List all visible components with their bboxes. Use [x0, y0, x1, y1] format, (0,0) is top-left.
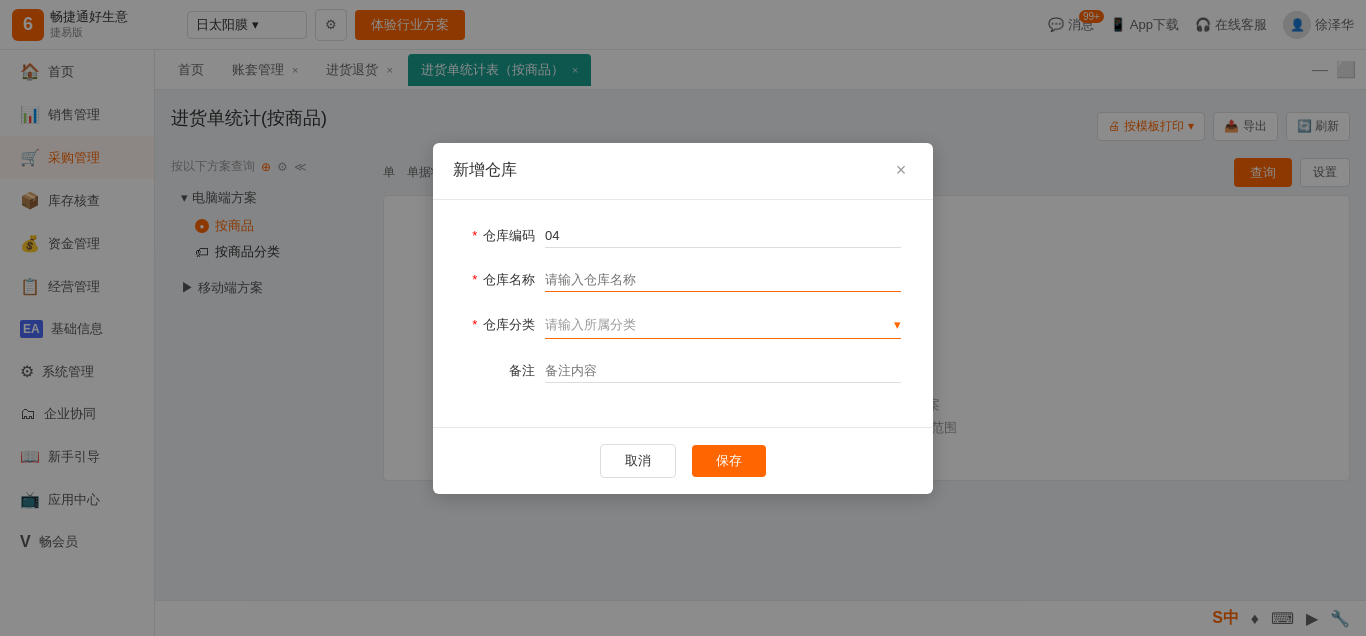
modal-overlay: 新增仓库 × * 仓库编码 * 仓库名称: [0, 0, 1366, 636]
category-placeholder: 请输入所属分类: [545, 316, 636, 334]
form-row-code: * 仓库编码: [465, 224, 901, 248]
remark-input[interactable]: [545, 359, 901, 383]
form-row-remark: 备注: [465, 359, 901, 383]
cancel-button[interactable]: 取消: [600, 444, 676, 478]
modal-footer: 取消 保存: [433, 427, 933, 494]
name-label: * 仓库名称: [465, 271, 535, 289]
modal-header: 新增仓库 ×: [433, 143, 933, 200]
code-input[interactable]: [545, 224, 901, 248]
modal-body: * 仓库编码 * 仓库名称 * 仓库分类 请输入: [433, 200, 933, 427]
remark-label: 备注: [465, 362, 535, 380]
category-select[interactable]: 请输入所属分类 ▾: [545, 312, 901, 339]
category-label: * 仓库分类: [465, 316, 535, 334]
modal-add-warehouse: 新增仓库 × * 仓库编码 * 仓库名称: [433, 143, 933, 494]
modal-close-button[interactable]: ×: [889, 159, 913, 183]
save-button[interactable]: 保存: [692, 445, 766, 477]
form-row-name: * 仓库名称: [465, 268, 901, 292]
name-input[interactable]: [545, 268, 901, 292]
code-label: * 仓库编码: [465, 227, 535, 245]
category-chevron-icon: ▾: [894, 317, 901, 332]
modal-title: 新增仓库: [453, 160, 517, 181]
form-row-category: * 仓库分类 请输入所属分类 ▾: [465, 312, 901, 339]
